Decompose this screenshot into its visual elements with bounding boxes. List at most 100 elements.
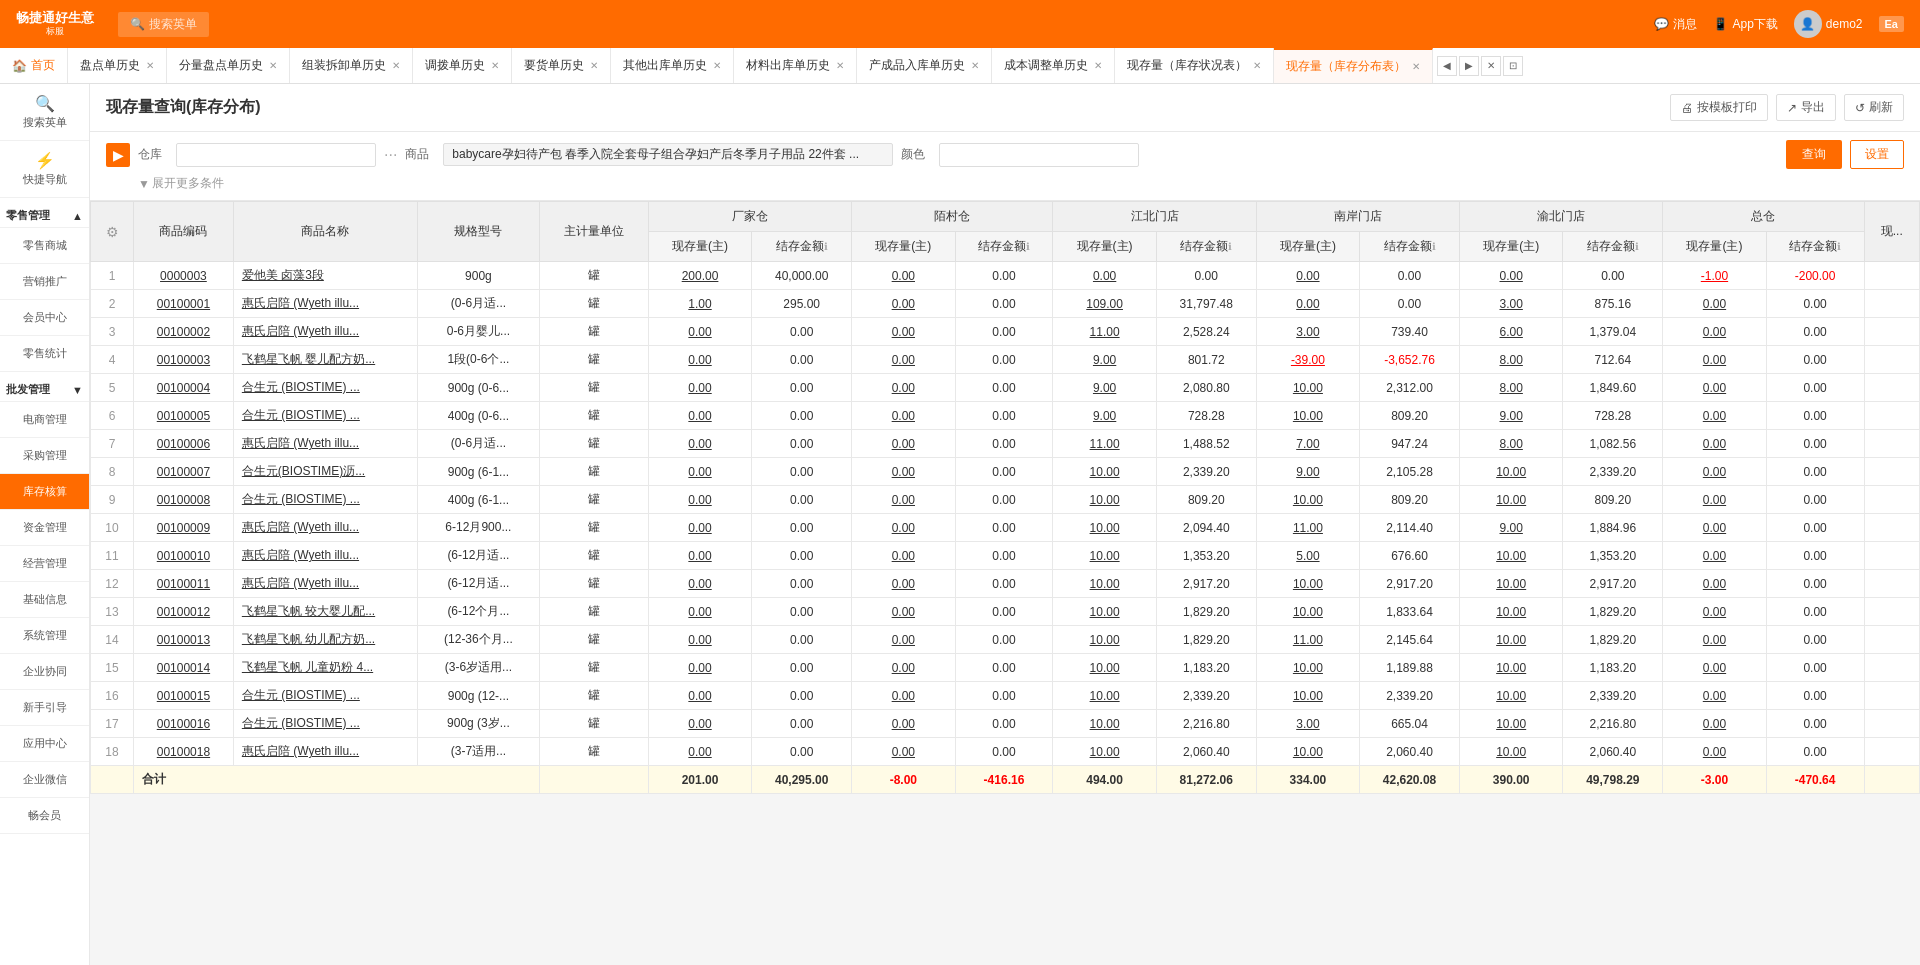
settings-btn[interactable]: 设置 (1850, 140, 1904, 169)
product-code[interactable]: 00100010 (134, 542, 234, 570)
message-btn[interactable]: 💬 消息 (1654, 16, 1697, 33)
yubei-qty[interactable]: 10.00 (1459, 598, 1562, 626)
product-code[interactable]: 00100006 (134, 430, 234, 458)
total-qty[interactable]: 0.00 (1663, 738, 1766, 766)
mocun-qty[interactable]: 0.00 (852, 626, 955, 654)
tab-home[interactable]: 🏠 首页 (0, 48, 68, 84)
factory-qty[interactable]: 0.00 (648, 738, 751, 766)
yubei-qty[interactable]: 10.00 (1459, 570, 1562, 598)
close-tab-3[interactable]: ✕ (392, 60, 400, 71)
jiangbei-qty[interactable]: 10.00 (1053, 738, 1156, 766)
yubei-qty[interactable]: 0.00 (1459, 262, 1562, 290)
sidebar-item-members[interactable]: 会员中心 (0, 300, 89, 336)
yubei-qty[interactable]: 8.00 (1459, 346, 1562, 374)
nanan-qty[interactable]: 10.00 (1256, 374, 1359, 402)
product-code[interactable]: 00100009 (134, 514, 234, 542)
nanan-qty[interactable]: 11.00 (1256, 626, 1359, 654)
yubei-qty[interactable]: 10.00 (1459, 738, 1562, 766)
factory-qty[interactable]: 1.00 (648, 290, 751, 318)
yubei-qty[interactable]: 6.00 (1459, 318, 1562, 346)
nanan-qty[interactable]: -39.00 (1256, 346, 1359, 374)
nanan-qty[interactable]: 9.00 (1256, 458, 1359, 486)
sidebar-item-marketing[interactable]: 营销推广 (0, 264, 89, 300)
nanan-qty[interactable]: 10.00 (1256, 682, 1359, 710)
query-btn[interactable]: 查询 (1786, 140, 1842, 169)
yubei-qty[interactable]: 10.00 (1459, 654, 1562, 682)
mocun-qty[interactable]: 0.00 (852, 598, 955, 626)
close-tab-8[interactable]: ✕ (971, 60, 979, 71)
th-gear[interactable]: ⚙ (91, 202, 134, 262)
filter-toggle-btn[interactable]: ▶ (106, 143, 130, 167)
mocun-qty[interactable]: 0.00 (852, 542, 955, 570)
sidebar-item-ecommerce[interactable]: 电商管理 (0, 402, 89, 438)
product-code[interactable]: 0000003 (134, 262, 234, 290)
factory-qty[interactable]: 0.00 (648, 374, 751, 402)
mocun-qty[interactable]: 0.00 (852, 514, 955, 542)
close-tab-2[interactable]: ✕ (269, 60, 277, 71)
sidebar-item-retail-stats[interactable]: 零售统计 (0, 336, 89, 372)
mocun-qty[interactable]: 0.00 (852, 570, 955, 598)
nanan-qty[interactable]: 10.00 (1256, 654, 1359, 682)
product-code[interactable]: 00100005 (134, 402, 234, 430)
tab-stock-distribution[interactable]: 现存量（库存分布表） ✕ (1274, 48, 1433, 84)
product-name[interactable]: 爱他美 卤藻3段 (233, 262, 417, 290)
jiangbei-qty[interactable]: 9.00 (1053, 346, 1156, 374)
nanan-qty[interactable]: 10.00 (1256, 402, 1359, 430)
total-qty[interactable]: 0.00 (1663, 290, 1766, 318)
product-name[interactable]: 合生元 (BIOSTIME) ... (233, 374, 417, 402)
yubei-qty[interactable]: 9.00 (1459, 514, 1562, 542)
nanan-qty[interactable]: 10.00 (1256, 570, 1359, 598)
product-name[interactable]: 飞鹤星飞帆 婴儿配方奶... (233, 346, 417, 374)
yubei-qty[interactable]: 10.00 (1459, 710, 1562, 738)
jiangbei-qty[interactable]: 10.00 (1053, 654, 1156, 682)
sidebar-item-inventory[interactable]: 库存核算 (0, 474, 89, 510)
product-code[interactable]: 00100018 (134, 738, 234, 766)
product-name[interactable]: 合生元 (BIOSTIME) ... (233, 486, 417, 514)
mocun-qty[interactable]: 0.00 (852, 262, 955, 290)
close-tab-10[interactable]: ✕ (1253, 60, 1261, 71)
sidebar-item-guide[interactable]: 新手引导 (0, 690, 89, 726)
nanan-qty[interactable]: 5.00 (1256, 542, 1359, 570)
tab-expand-btn[interactable]: ⊡ (1503, 56, 1523, 76)
product-code[interactable]: 00100008 (134, 486, 234, 514)
yubei-qty[interactable]: 10.00 (1459, 682, 1562, 710)
jiangbei-qty[interactable]: 0.00 (1053, 262, 1156, 290)
product-code[interactable]: 00100016 (134, 710, 234, 738)
yubei-qty[interactable]: 10.00 (1459, 542, 1562, 570)
jiangbei-qty[interactable]: 10.00 (1053, 570, 1156, 598)
total-qty[interactable]: 0.00 (1663, 318, 1766, 346)
jiangbei-qty[interactable]: 10.00 (1053, 542, 1156, 570)
close-tab-5[interactable]: ✕ (590, 60, 598, 71)
yubei-qty[interactable]: 10.00 (1459, 458, 1562, 486)
mocun-qty[interactable]: 0.00 (852, 738, 955, 766)
mocun-qty[interactable]: 0.00 (852, 710, 955, 738)
factory-qty[interactable]: 0.00 (648, 514, 751, 542)
jiangbei-qty[interactable]: 11.00 (1053, 430, 1156, 458)
total-qty[interactable]: 0.00 (1663, 374, 1766, 402)
mocun-qty[interactable]: 0.00 (852, 346, 955, 374)
total-qty[interactable]: 0.00 (1663, 626, 1766, 654)
close-tab-1[interactable]: ✕ (146, 60, 154, 71)
product-name[interactable]: 惠氏启陪 (Wyeth illu... (233, 430, 417, 458)
total-qty[interactable]: 0.00 (1663, 346, 1766, 374)
sidebar-item-system[interactable]: 系统管理 (0, 618, 89, 654)
factory-qty[interactable]: 0.00 (648, 430, 751, 458)
factory-qty[interactable]: 0.00 (648, 458, 751, 486)
jiangbei-qty[interactable]: 10.00 (1053, 598, 1156, 626)
factory-qty[interactable]: 0.00 (648, 570, 751, 598)
tab-assembly[interactable]: 组装拆卸单历史 ✕ (290, 48, 413, 84)
factory-qty[interactable]: 0.00 (648, 486, 751, 514)
factory-qty[interactable]: 0.00 (648, 682, 751, 710)
total-qty[interactable]: 0.00 (1663, 486, 1766, 514)
jiangbei-qty[interactable]: 10.00 (1053, 514, 1156, 542)
tab-requisition[interactable]: 要货单历史 ✕ (512, 48, 611, 84)
refresh-btn[interactable]: ↺ 刷新 (1844, 94, 1904, 121)
product-code[interactable]: 00100003 (134, 346, 234, 374)
tab-inventory-check[interactable]: 盘点单历史 ✕ (68, 48, 167, 84)
factory-qty[interactable]: 0.00 (648, 626, 751, 654)
expand-conditions-btn[interactable]: ▼ 展开更多条件 (138, 175, 224, 192)
product-code[interactable]: 00100015 (134, 682, 234, 710)
yubei-qty[interactable]: 8.00 (1459, 430, 1562, 458)
jiangbei-qty[interactable]: 10.00 (1053, 710, 1156, 738)
product-name[interactable]: 合生元 (BIOSTIME) ... (233, 682, 417, 710)
